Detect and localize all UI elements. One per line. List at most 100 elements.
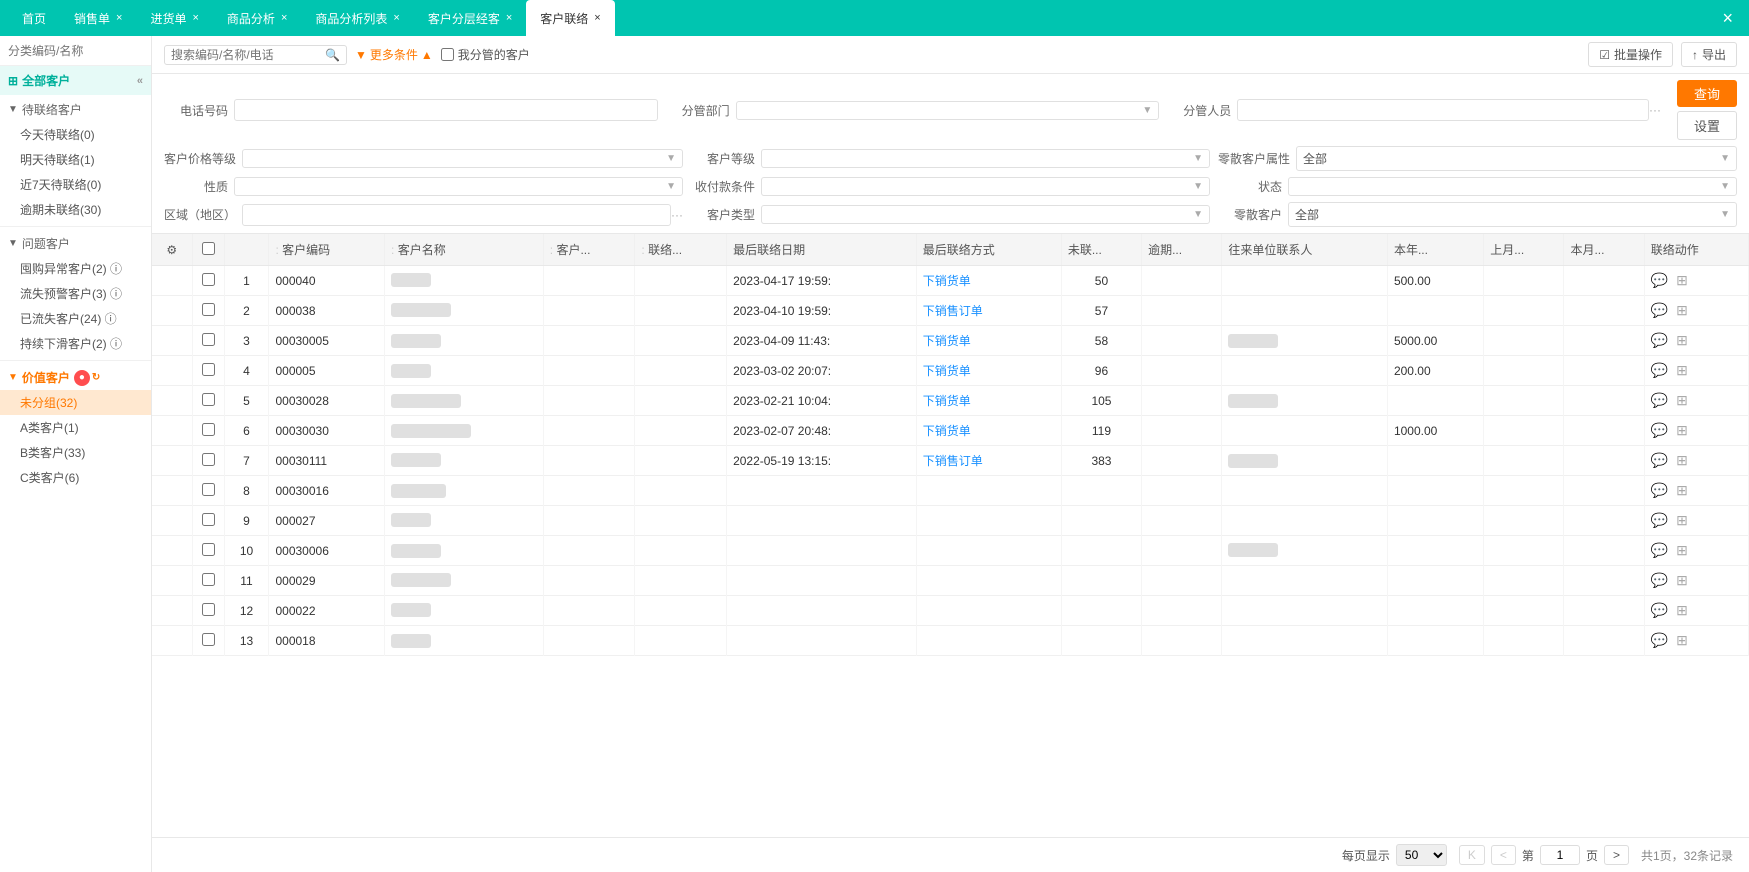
nav-tab-customer-contact[interactable]: 客户联络 × bbox=[526, 0, 614, 36]
th-contact-person[interactable]: 往来单位联系人 bbox=[1222, 234, 1388, 266]
filter-select-nature[interactable]: ▼ bbox=[234, 177, 683, 196]
contact-action-icon[interactable]: 💬 bbox=[1651, 542, 1668, 559]
nav-tab-product-analysis-list-close[interactable]: × bbox=[393, 12, 399, 24]
cell-checkbox[interactable] bbox=[192, 506, 224, 536]
nav-tab-purchase-close[interactable]: × bbox=[192, 12, 198, 24]
more-action-icon[interactable]: ⊞ bbox=[1676, 632, 1688, 649]
cell-checkbox[interactable] bbox=[192, 326, 224, 356]
cell-checkbox[interactable] bbox=[192, 626, 224, 656]
row-checkbox[interactable] bbox=[202, 513, 215, 526]
more-action-icon[interactable]: ⊞ bbox=[1676, 572, 1688, 589]
th-overdue[interactable]: 逾期... bbox=[1142, 234, 1222, 266]
contact-method-link[interactable]: 下销售订单 bbox=[923, 454, 983, 468]
more-action-icon[interactable]: ⊞ bbox=[1676, 272, 1688, 289]
th-checkbox[interactable] bbox=[192, 234, 224, 266]
filter-select-retail-attr[interactable]: 全部 ▼ bbox=[1296, 146, 1737, 171]
nav-tab-home[interactable]: 首页 bbox=[8, 0, 60, 36]
first-page-btn[interactable]: K bbox=[1459, 845, 1485, 865]
cell-checkbox[interactable] bbox=[192, 596, 224, 626]
th-gear[interactable]: ⚙ bbox=[152, 234, 192, 266]
collapse-icon[interactable]: « bbox=[137, 75, 143, 87]
query-btn[interactable]: 查询 bbox=[1677, 80, 1737, 107]
filter-select-payment[interactable]: ▼ bbox=[761, 177, 1210, 196]
filter-select-price-level[interactable]: ▼ bbox=[242, 149, 683, 168]
sidebar-item-class-b[interactable]: B类客户(33) bbox=[0, 440, 151, 465]
reset-btn[interactable]: 设置 bbox=[1677, 111, 1737, 140]
prev-page-btn[interactable]: < bbox=[1491, 845, 1516, 865]
sidebar-item-declining[interactable]: 持续下滑客户(2) ⓘ bbox=[0, 331, 151, 356]
all-customers-header[interactable]: ⊞ 全部客户 « bbox=[0, 66, 151, 95]
nav-tab-customer-segment[interactable]: 客户分层经客 × bbox=[414, 0, 526, 36]
row-checkbox[interactable] bbox=[202, 543, 215, 556]
sidebar-search-input[interactable] bbox=[8, 44, 152, 58]
more-action-icon[interactable]: ⊞ bbox=[1676, 332, 1688, 349]
row-checkbox[interactable] bbox=[202, 303, 215, 316]
cell-checkbox[interactable] bbox=[192, 356, 224, 386]
filter-input-phone[interactable] bbox=[234, 99, 658, 121]
row-checkbox[interactable] bbox=[202, 573, 215, 586]
contact-action-icon[interactable]: 💬 bbox=[1651, 572, 1668, 589]
cell-checkbox[interactable] bbox=[192, 476, 224, 506]
filter-select-customer-level[interactable]: ▼ bbox=[761, 149, 1210, 168]
contact-action-icon[interactable]: 💬 bbox=[1651, 482, 1668, 499]
contact-action-icon[interactable]: 💬 bbox=[1651, 422, 1668, 439]
contact-method-link[interactable]: 下销货单 bbox=[923, 334, 971, 348]
contact-method-link[interactable]: 下销货单 bbox=[923, 274, 971, 288]
filter-input-region[interactable] bbox=[242, 204, 671, 226]
contact-action-icon[interactable]: 💬 bbox=[1651, 602, 1668, 619]
contact-method-link[interactable]: 下销货单 bbox=[923, 364, 971, 378]
nav-tab-purchase[interactable]: 进货单 × bbox=[136, 0, 212, 36]
row-checkbox[interactable] bbox=[202, 483, 215, 496]
th-this-year[interactable]: 本年... bbox=[1387, 234, 1483, 266]
more-action-icon[interactable]: ⊞ bbox=[1676, 452, 1688, 469]
row-checkbox[interactable] bbox=[202, 453, 215, 466]
nav-tab-product-analysis-close[interactable]: × bbox=[281, 12, 287, 24]
next-page-btn[interactable]: > bbox=[1604, 845, 1629, 865]
my-customers-filter[interactable]: 我分管的客户 bbox=[441, 46, 530, 63]
nav-tab-customer-segment-close[interactable]: × bbox=[506, 12, 512, 24]
contact-action-icon[interactable]: 💬 bbox=[1651, 452, 1668, 469]
group-pending-contact-label[interactable]: ▼ 待联络客户 bbox=[0, 97, 151, 122]
contact-action-icon[interactable]: 💬 bbox=[1651, 392, 1668, 409]
search-input[interactable] bbox=[171, 48, 321, 62]
contact-method-link[interactable]: 下销货单 bbox=[923, 394, 971, 408]
window-close-button[interactable]: × bbox=[1714, 8, 1741, 29]
select-all-checkbox[interactable] bbox=[202, 242, 215, 255]
cell-checkbox[interactable] bbox=[192, 386, 224, 416]
cell-checkbox[interactable] bbox=[192, 296, 224, 326]
contact-action-icon[interactable]: 💬 bbox=[1651, 332, 1668, 349]
export-btn[interactable]: ↑ 导出 bbox=[1681, 42, 1737, 67]
more-action-icon[interactable]: ⊞ bbox=[1676, 422, 1688, 439]
th-contact[interactable]: : 联络... bbox=[635, 234, 727, 266]
filter-dots-manager[interactable]: ··· bbox=[1649, 103, 1661, 117]
sidebar-item-churn-warning[interactable]: 流失预警客户(3) ⓘ bbox=[0, 281, 151, 306]
more-action-icon[interactable]: ⊞ bbox=[1676, 482, 1688, 499]
contact-action-icon[interactable]: 💬 bbox=[1651, 362, 1668, 379]
th-type[interactable]: : 客户... bbox=[543, 234, 635, 266]
contact-action-icon[interactable]: 💬 bbox=[1651, 632, 1668, 649]
more-action-icon[interactable]: ⊞ bbox=[1676, 392, 1688, 409]
contact-action-icon[interactable]: 💬 bbox=[1651, 272, 1668, 289]
th-last-contact-date[interactable]: 最后联络日期 bbox=[727, 234, 917, 266]
nav-tab-product-analysis-list[interactable]: 商品分析列表 × bbox=[301, 0, 413, 36]
per-page-select[interactable]: 50 20 100 bbox=[1396, 844, 1447, 866]
row-checkbox[interactable] bbox=[202, 333, 215, 346]
th-this-month[interactable]: 本月... bbox=[1564, 234, 1644, 266]
row-checkbox[interactable] bbox=[202, 273, 215, 286]
sidebar-item-tomorrow-pending[interactable]: 明天待联络(1) bbox=[0, 147, 151, 172]
more-action-icon[interactable]: ⊞ bbox=[1676, 542, 1688, 559]
filter-select-retail[interactable]: 全部 ▼ bbox=[1288, 202, 1737, 227]
cell-checkbox[interactable] bbox=[192, 446, 224, 476]
sidebar-item-hoarding[interactable]: 囤购异常客户(2) ⓘ bbox=[0, 256, 151, 281]
cell-checkbox[interactable] bbox=[192, 536, 224, 566]
filter-input-manager[interactable] bbox=[1237, 99, 1649, 121]
more-action-icon[interactable]: ⊞ bbox=[1676, 602, 1688, 619]
search-icon[interactable]: 🔍 bbox=[325, 48, 340, 62]
sidebar-item-7days-pending[interactable]: 近7天待联络(0) bbox=[0, 172, 151, 197]
group-value-customers-label[interactable]: ▼ 价值客户 ● ↻ bbox=[0, 365, 151, 390]
filter-dots-region[interactable]: ··· bbox=[671, 208, 683, 222]
more-action-icon[interactable]: ⊞ bbox=[1676, 512, 1688, 529]
row-checkbox[interactable] bbox=[202, 393, 215, 406]
refresh-icon[interactable]: ↻ bbox=[92, 372, 100, 383]
th-name[interactable]: : 客户名称 bbox=[385, 234, 544, 266]
